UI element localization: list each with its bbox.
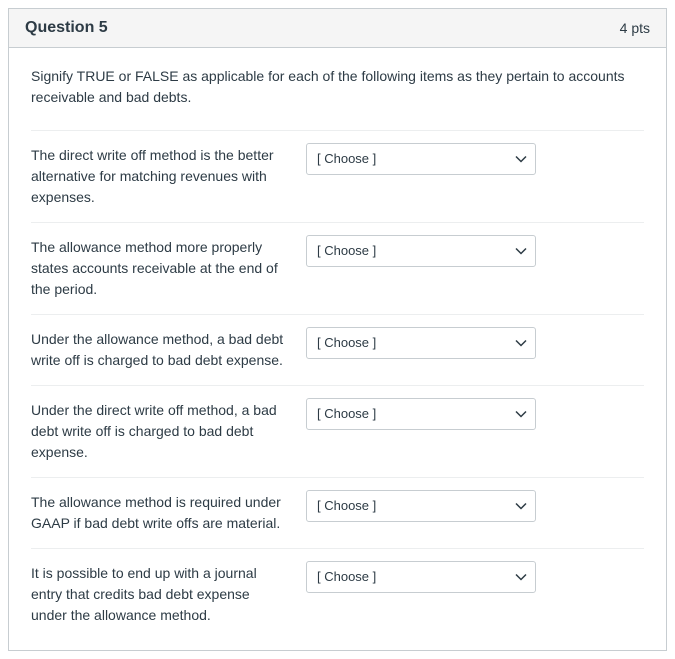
match-select-wrap: [ Choose ] <box>306 327 536 359</box>
match-item-text: The allowance method more properly state… <box>31 235 286 300</box>
select-placeholder: [ Choose ] <box>317 498 376 513</box>
match-select-wrap: [ Choose ] <box>306 490 536 522</box>
chevron-down-icon <box>515 571 527 583</box>
question-header: Question 5 4 pts <box>9 9 666 48</box>
match-item-text: Under the allowance method, a bad debt w… <box>31 327 286 371</box>
chevron-down-icon <box>515 500 527 512</box>
answer-select[interactable]: [ Choose ] <box>306 327 536 359</box>
match-item-text: It is possible to end up with a journal … <box>31 561 286 626</box>
answer-select[interactable]: [ Choose ] <box>306 490 536 522</box>
match-select-wrap: [ Choose ] <box>306 143 536 175</box>
chevron-down-icon <box>515 408 527 420</box>
select-placeholder: [ Choose ] <box>317 569 376 584</box>
chevron-down-icon <box>515 337 527 349</box>
answer-select[interactable]: [ Choose ] <box>306 143 536 175</box>
match-row: The allowance method is required under G… <box>31 477 644 548</box>
match-row: The allowance method more properly state… <box>31 222 644 314</box>
select-placeholder: [ Choose ] <box>317 406 376 421</box>
chevron-down-icon <box>515 245 527 257</box>
question-card: Question 5 4 pts Signify TRUE or FALSE a… <box>8 8 667 651</box>
match-row: Under the allowance method, a bad debt w… <box>31 314 644 385</box>
match-item-text: The direct write off method is the bette… <box>31 143 286 208</box>
question-prompt: Signify TRUE or FALSE as applicable for … <box>31 66 644 108</box>
match-item-text: Under the direct write off method, a bad… <box>31 398 286 463</box>
match-row: Under the direct write off method, a bad… <box>31 385 644 477</box>
match-row: The direct write off method is the bette… <box>31 130 644 222</box>
match-item-text: The allowance method is required under G… <box>31 490 286 534</box>
answer-select[interactable]: [ Choose ] <box>306 398 536 430</box>
match-select-wrap: [ Choose ] <box>306 561 536 593</box>
select-placeholder: [ Choose ] <box>317 151 376 166</box>
question-points: 4 pts <box>620 20 650 36</box>
match-row: It is possible to end up with a journal … <box>31 548 644 640</box>
select-placeholder: [ Choose ] <box>317 243 376 258</box>
chevron-down-icon <box>515 153 527 165</box>
select-placeholder: [ Choose ] <box>317 335 376 350</box>
question-title: Question 5 <box>25 19 108 37</box>
match-select-wrap: [ Choose ] <box>306 235 536 267</box>
question-body: Signify TRUE or FALSE as applicable for … <box>9 48 666 650</box>
match-select-wrap: [ Choose ] <box>306 398 536 430</box>
answer-select[interactable]: [ Choose ] <box>306 561 536 593</box>
answer-select[interactable]: [ Choose ] <box>306 235 536 267</box>
